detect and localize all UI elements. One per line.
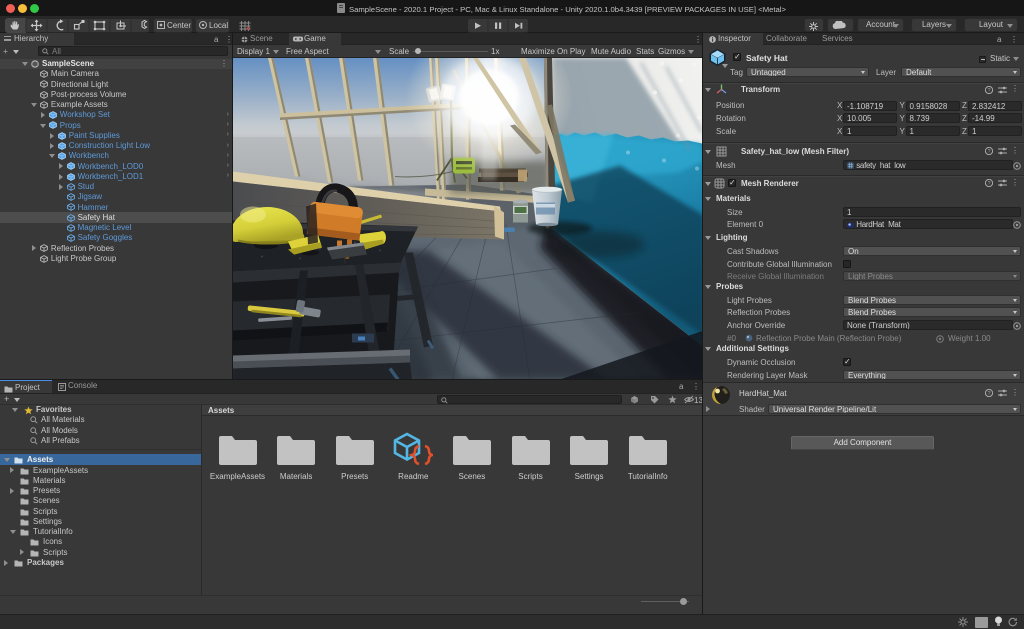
svg-text:?: ? [987,181,990,187]
svg-text:?: ? [987,391,990,397]
svg-text:?: ? [987,149,990,155]
svg-text:?: ? [987,88,990,94]
